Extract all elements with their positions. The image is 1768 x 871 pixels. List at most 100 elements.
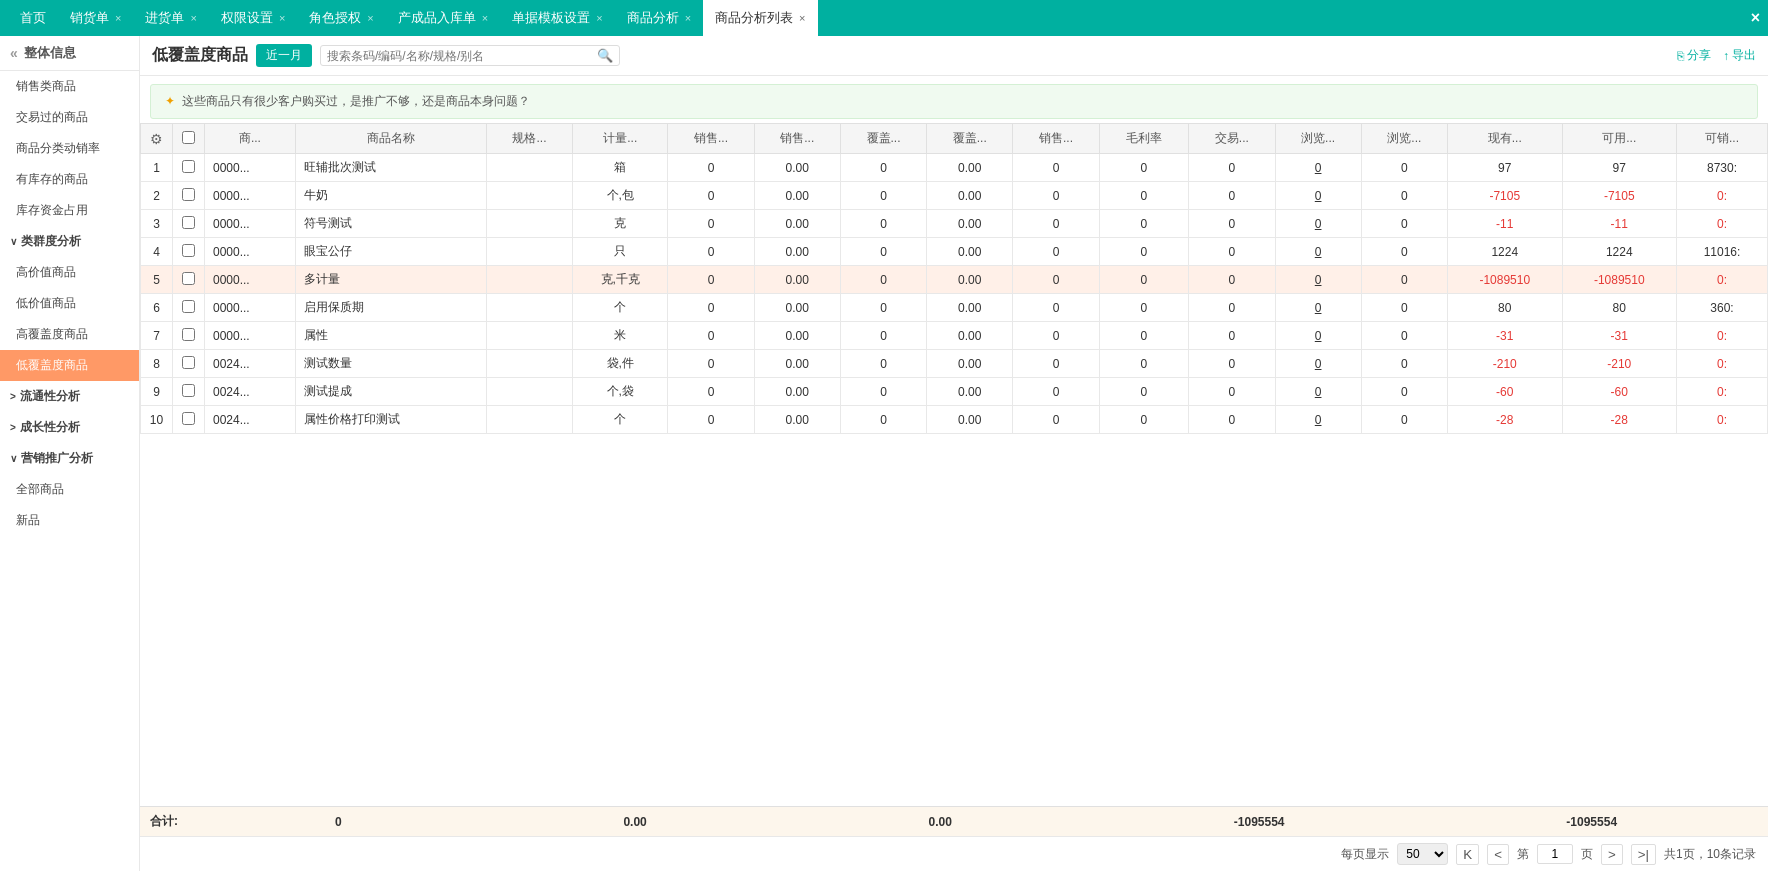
nav-item-roleauth[interactable]: 角色授权 ×: [297, 0, 385, 36]
sidebar-item-category-rate[interactable]: 商品分类动销率: [0, 133, 139, 164]
th-sales2[interactable]: 销售...: [1013, 124, 1099, 154]
share-button[interactable]: ⎘ 分享: [1677, 47, 1711, 64]
nav-close-template[interactable]: ×: [596, 12, 602, 24]
th-code[interactable]: 商...: [205, 124, 296, 154]
th-view1[interactable]: 浏览...: [1275, 124, 1361, 154]
nav-item-sales[interactable]: 销货单 ×: [58, 0, 133, 36]
sidebar-item-in-stock[interactable]: 有库存的商品: [0, 164, 139, 195]
th-name[interactable]: 商品名称: [295, 124, 486, 154]
row-checkbox[interactable]: [182, 160, 195, 173]
nav-item-inventory[interactable]: 产成品入库单 ×: [386, 0, 500, 36]
cell-checkbox[interactable]: [173, 294, 205, 322]
cell-name[interactable]: 测试数量: [295, 350, 486, 378]
th-trade[interactable]: 交易...: [1189, 124, 1275, 154]
sidebar-group-growth[interactable]: > 成长性分析: [0, 412, 139, 443]
nav-item-analysis[interactable]: 商品分析 ×: [615, 0, 703, 36]
page-input[interactable]: [1537, 844, 1573, 864]
sidebar-item-sales[interactable]: 销售类商品: [0, 71, 139, 102]
th-current[interactable]: 现有...: [1448, 124, 1563, 154]
nav-item-home[interactable]: 首页: [8, 0, 58, 36]
th-available[interactable]: 可用...: [1562, 124, 1677, 154]
cell-name[interactable]: 属性价格打印测试: [295, 406, 486, 434]
cell-view1[interactable]: 0: [1275, 210, 1361, 238]
cell-view1[interactable]: 0: [1275, 154, 1361, 182]
cell-name[interactable]: 旺辅批次测试: [295, 154, 486, 182]
th-unit[interactable]: 计量...: [573, 124, 668, 154]
cell-name[interactable]: 启用保质期: [295, 294, 486, 322]
cell-name[interactable]: 牛奶: [295, 182, 486, 210]
sidebar-item-traded[interactable]: 交易过的商品: [0, 102, 139, 133]
period-button[interactable]: 近一月: [256, 44, 312, 67]
nav-close-analysis[interactable]: ×: [685, 12, 691, 24]
sidebar-group-circulation[interactable]: > 流通性分析: [0, 381, 139, 412]
cell-view1[interactable]: 0: [1275, 294, 1361, 322]
select-all-checkbox[interactable]: [182, 131, 195, 144]
row-checkbox[interactable]: [182, 356, 195, 369]
nav-close-purchase[interactable]: ×: [190, 12, 196, 24]
cell-checkbox[interactable]: [173, 210, 205, 238]
sidebar-item-new-products[interactable]: 新品: [0, 505, 139, 536]
cell-checkbox[interactable]: [173, 406, 205, 434]
th-sales-qty1[interactable]: 销售...: [668, 124, 754, 154]
sidebar-group-marketing[interactable]: ∨ 营销推广分析: [0, 443, 139, 474]
sidebar-header[interactable]: « 整体信息: [0, 36, 139, 71]
cell-checkbox[interactable]: [173, 350, 205, 378]
row-checkbox[interactable]: [182, 412, 195, 425]
cell-name[interactable]: 眼宝公仔: [295, 238, 486, 266]
nav-close-sales[interactable]: ×: [115, 12, 121, 24]
cell-view1[interactable]: 0: [1275, 322, 1361, 350]
nav-item-template[interactable]: 单据模板设置 ×: [500, 0, 614, 36]
cell-view1[interactable]: 0: [1275, 350, 1361, 378]
row-checkbox[interactable]: [182, 300, 195, 313]
row-checkbox[interactable]: [182, 384, 195, 397]
th-sales-amt[interactable]: 销售...: [754, 124, 840, 154]
sidebar-item-stock-capital[interactable]: 库存资金占用: [0, 195, 139, 226]
nav-close-roleauth[interactable]: ×: [367, 12, 373, 24]
last-page-btn[interactable]: >|: [1631, 844, 1656, 865]
row-checkbox[interactable]: [182, 272, 195, 285]
nav-close-all-btn[interactable]: ×: [1751, 9, 1760, 27]
cell-name[interactable]: 测试提成: [295, 378, 486, 406]
nav-item-analysis-list[interactable]: 商品分析列表 ×: [703, 0, 817, 36]
cell-view1[interactable]: 0: [1275, 266, 1361, 294]
cell-checkbox[interactable]: [173, 238, 205, 266]
nav-close-permsetting[interactable]: ×: [279, 12, 285, 24]
cell-name[interactable]: 符号测试: [295, 210, 486, 238]
cell-checkbox[interactable]: [173, 378, 205, 406]
sidebar-group-category[interactable]: ∨ 类群度分析: [0, 226, 139, 257]
nav-close-analysis-list[interactable]: ×: [799, 12, 805, 24]
th-cover1[interactable]: 覆盖...: [840, 124, 926, 154]
prev-page-btn[interactable]: <: [1487, 844, 1509, 865]
nav-close-inventory[interactable]: ×: [482, 12, 488, 24]
th-spec[interactable]: 规格...: [486, 124, 572, 154]
th-salable[interactable]: 可销...: [1677, 124, 1768, 154]
sidebar-item-high-value[interactable]: 高价值商品: [0, 257, 139, 288]
next-page-btn[interactable]: >: [1601, 844, 1623, 865]
per-page-select[interactable]: 50 100 200: [1397, 843, 1448, 865]
cell-name[interactable]: 多计量: [295, 266, 486, 294]
cell-checkbox[interactable]: [173, 182, 205, 210]
sidebar-item-all-products[interactable]: 全部商品: [0, 474, 139, 505]
search-box[interactable]: 🔍: [320, 45, 620, 66]
export-button[interactable]: ↑ 导出: [1723, 47, 1756, 64]
search-input[interactable]: [327, 49, 597, 63]
th-view2[interactable]: 浏览...: [1361, 124, 1447, 154]
cell-view1[interactable]: 0: [1275, 378, 1361, 406]
cell-view1[interactable]: 0: [1275, 182, 1361, 210]
row-checkbox[interactable]: [182, 328, 195, 341]
cell-view1[interactable]: 0: [1275, 406, 1361, 434]
first-page-btn[interactable]: K: [1456, 844, 1479, 865]
cell-checkbox[interactable]: [173, 266, 205, 294]
th-settings[interactable]: ⚙: [141, 124, 173, 154]
th-gross-rate[interactable]: 毛利率: [1099, 124, 1189, 154]
sidebar-item-high-coverage[interactable]: 高覆盖度商品: [0, 319, 139, 350]
th-checkbox[interactable]: [173, 124, 205, 154]
cell-view1[interactable]: 0: [1275, 238, 1361, 266]
cell-name[interactable]: 属性: [295, 322, 486, 350]
nav-item-purchase[interactable]: 进货单 ×: [133, 0, 208, 36]
row-checkbox[interactable]: [182, 216, 195, 229]
settings-icon[interactable]: ⚙: [150, 131, 163, 147]
table-container[interactable]: ⚙ 商... 商品名称 规格... 计量... 销售... 销售... 覆盖..…: [140, 123, 1768, 806]
th-cover2[interactable]: 覆盖...: [927, 124, 1013, 154]
cell-checkbox[interactable]: [173, 322, 205, 350]
